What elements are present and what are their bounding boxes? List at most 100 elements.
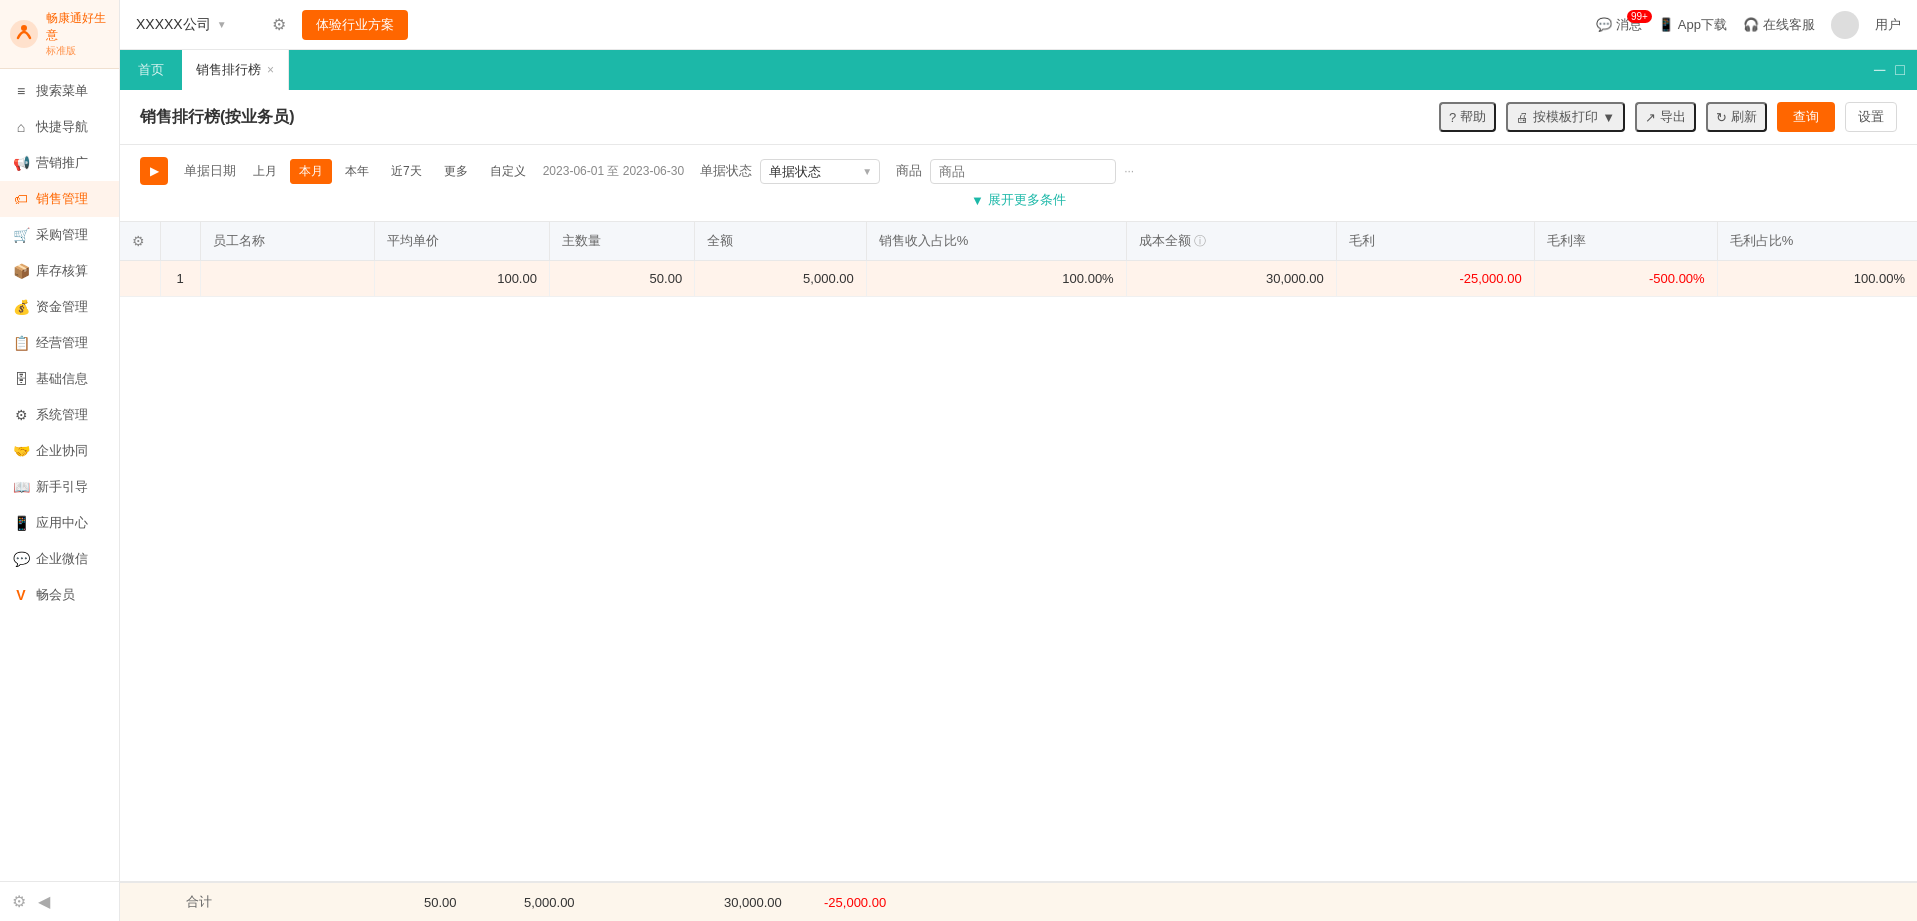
online-service-label: 在线客服 [1763,16,1815,34]
col-sales-ratio-header: 销售收入占比% [866,222,1126,261]
main-area: XXXXX公司 ▼ ⚙ 体验行业方案 💬 消息 99+ 📱 App下载 🎧 在线… [120,0,1917,921]
row-sales-ratio-cell: 100.00% [866,261,1126,297]
template-print-btn[interactable]: 🖨 按模板打印 ▼ [1506,102,1625,132]
quick-nav-icon: ⌂ [12,118,30,136]
company-selector[interactable]: XXXXX公司 ▼ [136,16,256,34]
goods-input[interactable] [930,159,1116,184]
status-select[interactable]: 单据状态 [760,159,880,184]
sidebar-item-sales-mgmt[interactable]: 🏷 销售管理 [0,181,119,217]
export-btn[interactable]: ↗ 导出 [1635,102,1696,132]
tab-sales-ranking[interactable]: 销售排行榜 × [182,50,289,90]
logo-text: 畅康通好生意 [46,10,111,44]
svg-point-0 [10,20,38,48]
sidebar-item-enterprise-collab[interactable]: 🤝 企业协同 [0,433,119,469]
sidebar-item-app-center[interactable]: 📱 应用中心 [0,505,119,541]
tab-minimize-btn[interactable]: ─ [1874,61,1885,79]
sidebar-item-basic-info[interactable]: 🗄 基础信息 [0,361,119,397]
logo-sub: 标准版 [46,44,111,58]
sidebar-item-marketing-label: 营销推广 [36,154,88,172]
goods-filter-label: 商品 [896,162,922,180]
sidebar-item-member[interactable]: V 畅会员 [0,577,119,613]
expand-conditions-btn[interactable]: ▼ 展开更多条件 [971,191,1066,209]
tab-close-icon[interactable]: × [267,63,274,77]
sidebar-item-system-mgmt[interactable]: ⚙ 系统管理 [0,397,119,433]
tab-home[interactable]: 首页 [120,50,182,90]
sidebar-item-basic-info-label: 基础信息 [36,370,88,388]
date-btn-7days[interactable]: 近7天 [382,159,431,184]
export-label: 导出 [1660,108,1686,126]
sidebar-item-newcomer-guide-label: 新手引导 [36,478,88,496]
sidebar-item-marketing[interactable]: 📢 营销推广 [0,145,119,181]
app-download-btn[interactable]: 📱 App下载 [1658,16,1727,34]
table-footer: 合计 50.00 5,000.00 30,000.00 -25,000.00 [120,881,1917,921]
settings-btn[interactable]: 设置 [1845,102,1897,132]
sidebar-item-app-center-label: 应用中心 [36,514,88,532]
logo-icon [8,18,40,50]
operation-mgmt-icon: 📋 [12,334,30,352]
sidebar-item-operation-mgmt[interactable]: 📋 经营管理 [0,325,119,361]
template-print-label: 按模板打印 [1533,108,1598,126]
date-btn-this-year[interactable]: 本年 [336,159,378,184]
print-arrow-icon: ▼ [1602,110,1615,125]
sidebar-footer: ⚙ ◀ [0,881,119,921]
sidebar-item-search-order[interactable]: ≡ 搜索菜单 [0,73,119,109]
date-btn-more[interactable]: 更多 [435,159,477,184]
top-header-right: 💬 消息 99+ 📱 App下载 🎧 在线客服 用户 [1596,11,1901,39]
page-header-actions: ? 帮助 🖨 按模板打印 ▼ ↗ 导出 ↻ 刷新 查询 设置 [1439,102,1897,132]
system-mgmt-icon: ⚙ [12,406,30,424]
tab-maximize-btn[interactable]: □ [1895,61,1905,79]
row-profit-ratio-cell: 100.00% [1717,261,1917,297]
sidebar-collapse-btn[interactable]: ◀ [38,892,50,911]
sidebar-item-funds-mgmt-label: 资金管理 [36,298,88,316]
top-header: XXXXX公司 ▼ ⚙ 体验行业方案 💬 消息 99+ 📱 App下载 🎧 在线… [120,0,1917,50]
table-area: ⚙ 员工名称 平均单价 主数量 全额 销售收入占比% 成本全额 ⓘ 毛利 毛利率 [120,222,1917,921]
col-settings-header[interactable]: ⚙ [120,222,160,261]
sidebar-item-inventory-label: 库存核算 [36,262,88,280]
col-avg-price-header: 平均单价 [375,222,550,261]
app-download-icon: 📱 [1658,17,1674,32]
date-btn-custom[interactable]: 自定义 [481,159,535,184]
sidebar-item-operation-mgmt-label: 经营管理 [36,334,88,352]
date-btn-this-month[interactable]: 本月 [290,159,332,184]
sidebar-item-search-order-label: 搜索菜单 [36,82,88,100]
refresh-btn[interactable]: ↻ 刷新 [1706,102,1767,132]
online-service-btn[interactable]: 🎧 在线客服 [1743,16,1815,34]
cost-help-icon[interactable]: ⓘ [1194,234,1206,248]
tab-home-label: 首页 [138,61,164,79]
trial-btn[interactable]: 体验行业方案 [302,10,408,40]
row-main-qty-cell: 50.00 [549,261,694,297]
sidebar-item-enterprise-wechat[interactable]: 💬 企业微信 [0,541,119,577]
company-name: XXXXX公司 [136,16,211,34]
purchase-mgmt-icon: 🛒 [12,226,30,244]
svg-point-1 [21,25,27,31]
app-center-icon: 📱 [12,514,30,532]
sidebar-item-member-label: 畅会员 [36,586,75,604]
message-btn[interactable]: 💬 消息 99+ [1596,16,1642,34]
sidebar-item-funds-mgmt[interactable]: 💰 资金管理 [0,289,119,325]
goods-more-icon: ··· [1124,164,1134,178]
table-row: 1 100.00 50.00 5,000.00 100.00% 30,000.0… [120,261,1917,297]
query-btn[interactable]: 查询 [1777,102,1835,132]
sidebar-item-inventory[interactable]: 📦 库存核算 [0,253,119,289]
refresh-label: 刷新 [1731,108,1757,126]
date-btn-last-month[interactable]: 上月 [244,159,286,184]
filter-toggle-btn[interactable]: ▶ [140,157,168,185]
sidebar-item-newcomer-guide[interactable]: 📖 新手引导 [0,469,119,505]
sidebar-logo: 畅康通好生意 标准版 [0,0,119,69]
sidebar-item-system-mgmt-label: 系统管理 [36,406,88,424]
enterprise-collab-icon: 🤝 [12,442,30,460]
marketing-icon: 📢 [12,154,30,172]
user-avatar[interactable] [1831,11,1859,39]
table-settings-icon[interactable]: ⚙ [132,233,145,249]
sidebar-settings-btn[interactable]: ⚙ [12,892,26,911]
header-settings-btn[interactable]: ⚙ [268,11,290,38]
help-btn[interactable]: ? 帮助 [1439,102,1496,132]
sidebar-item-purchase-mgmt[interactable]: 🛒 采购管理 [0,217,119,253]
col-gross-margin-header: 毛利率 [1534,222,1717,261]
sidebar-item-quick-nav-label: 快捷导航 [36,118,88,136]
sidebar-item-quick-nav[interactable]: ⌂ 快捷导航 [0,109,119,145]
row-employee-cell [200,261,375,297]
col-rank-header [160,222,200,261]
footer-values: 50.00 5,000.00 30,000.00 -25,000.00 [312,895,1112,910]
user-name[interactable]: 用户 [1875,16,1901,34]
